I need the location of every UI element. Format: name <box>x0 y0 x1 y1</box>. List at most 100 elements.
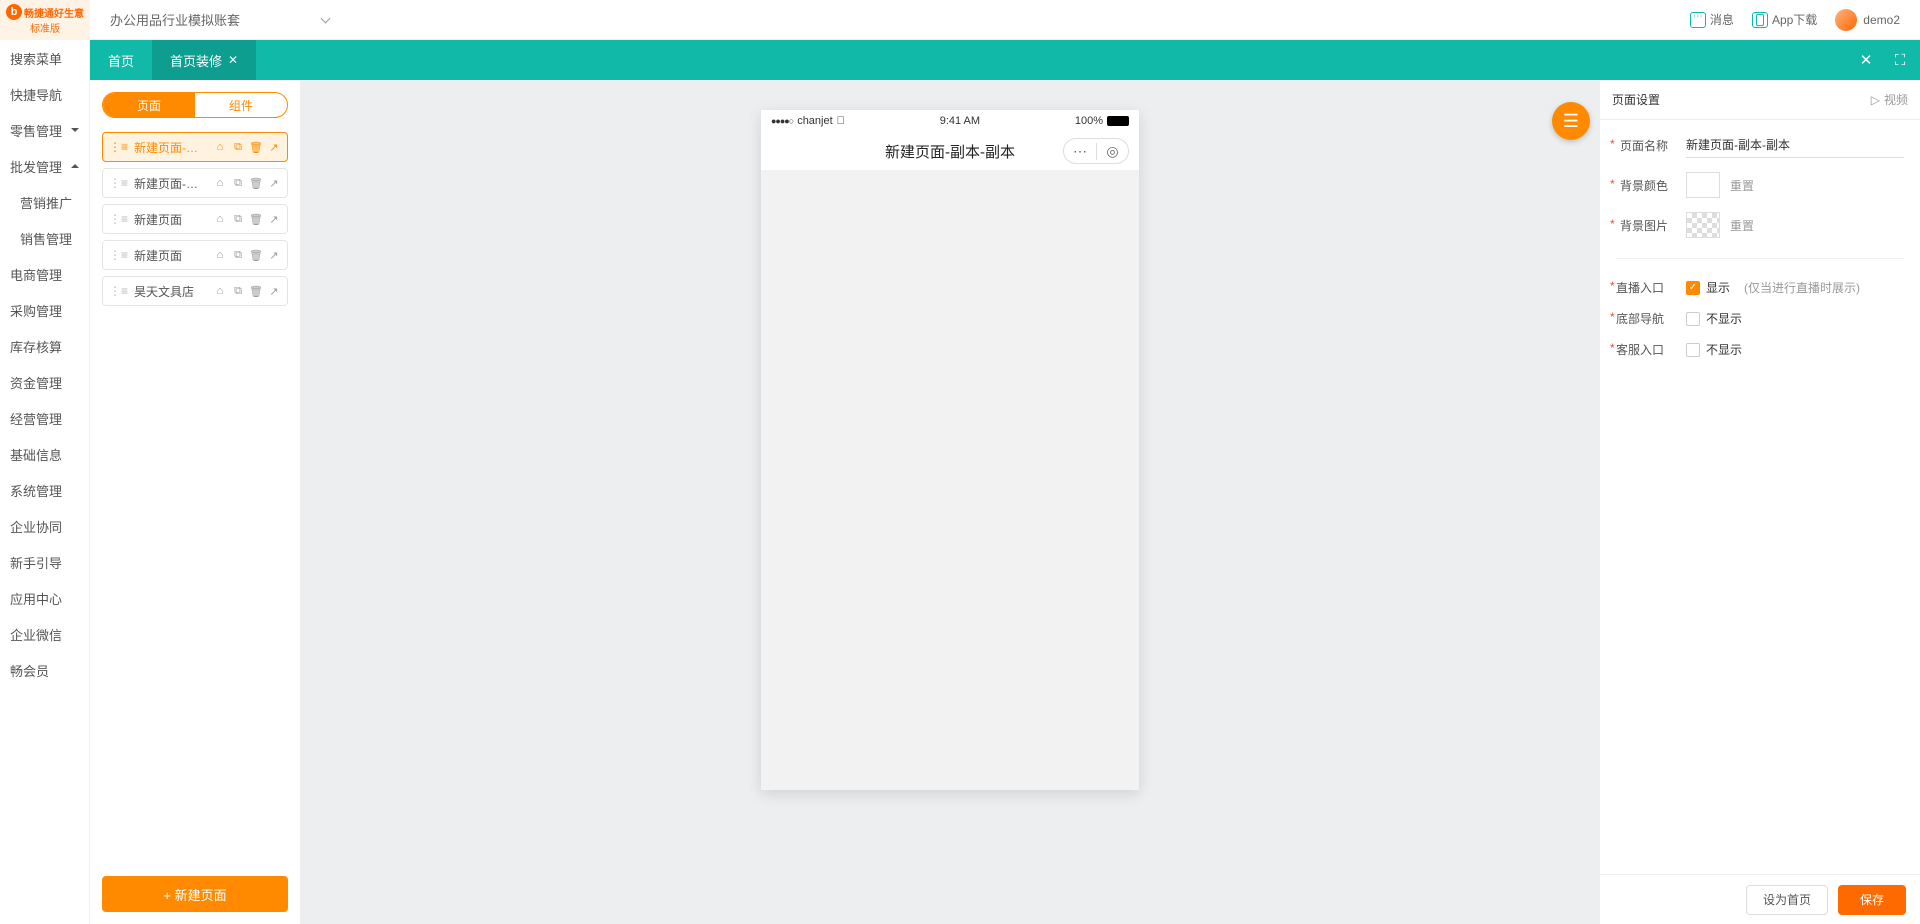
share-icon[interactable]: ↗ <box>267 248 281 262</box>
battery-level: 100% <box>1075 115 1103 127</box>
canvas-menu-button[interactable]: ☰ <box>1552 102 1590 140</box>
copy-icon[interactable]: ⧉ <box>231 140 245 154</box>
sidebar-item-11[interactable]: 基础信息 <box>0 436 89 472</box>
sidebar-item-label: 系统管理 <box>10 481 62 500</box>
sidebar-item-12[interactable]: 系统管理 <box>0 472 89 508</box>
miniprogram-menu-icon[interactable]: ⋯ <box>1064 143 1096 160</box>
phone-statusbar: ●●●●○ chanjet  9:41 AM 100% <box>761 110 1139 132</box>
account-select[interactable]: 办公用品行业模拟账套 <box>110 10 330 29</box>
tab-decoration[interactable]: 首页装修 ✕ <box>152 40 256 80</box>
caret-down-icon <box>71 128 79 132</box>
divider <box>1616 258 1904 259</box>
new-page-button[interactable]: + 新建页面 <box>102 876 288 912</box>
page-name-input[interactable] <box>1686 132 1904 158</box>
seg-component[interactable]: 组件 <box>195 93 287 117</box>
sidebar-item-14[interactable]: 新手引导 <box>0 544 89 580</box>
sidebar-item-label: 经营管理 <box>10 409 62 428</box>
sidebar-item-8[interactable]: 库存核算 <box>0 328 89 364</box>
page-item-3[interactable]: ⋮≡新建页面⌂⧉🗑↗ <box>102 240 288 270</box>
user-menu[interactable]: demo2 <box>1835 9 1900 31</box>
delete-icon[interactable]: 🗑 <box>249 212 263 226</box>
video-link[interactable]: ▷ 视频 <box>1871 91 1908 108</box>
sidebar-item-13[interactable]: 企业协同 <box>0 508 89 544</box>
sidebar-item-0[interactable]: 搜索菜单 <box>0 40 89 76</box>
share-icon[interactable]: ↗ <box>267 176 281 190</box>
copy-icon[interactable]: ⧉ <box>231 212 245 226</box>
tabbar: 首页 首页装修 ✕ ✕ ⛶ <box>90 40 1920 80</box>
sidebar-item-3[interactable]: 批发管理 <box>0 148 89 184</box>
tab-label: 首页装修 <box>170 51 222 70</box>
sidebar-item-15[interactable]: 应用中心 <box>0 580 89 616</box>
sidebar-item-6[interactable]: 电商管理 <box>0 256 89 292</box>
sidebar-item-label: 应用中心 <box>10 589 62 608</box>
sidebar: 搜索菜单快捷导航零售管理批发管理营销推广销售管理电商管理采购管理库存核算资金管理… <box>0 40 90 924</box>
home-icon[interactable]: ⌂ <box>213 176 227 190</box>
sidebar-item-9[interactable]: 资金管理 <box>0 364 89 400</box>
video-label: 视频 <box>1884 91 1908 108</box>
sidebar-item-label: 畅会员 <box>10 661 49 680</box>
phone-time: 9:41 AM <box>940 115 980 127</box>
bottom-nav-checkbox[interactable]: 不显示 <box>1686 310 1742 327</box>
miniprogram-close-icon[interactable]: ◎ <box>1096 143 1128 160</box>
copy-icon[interactable]: ⧉ <box>231 248 245 262</box>
copy-icon[interactable]: ⧉ <box>231 284 245 298</box>
messages-label: 消息 <box>1710 11 1734 28</box>
drag-icon: ⋮≡ <box>109 176 128 190</box>
home-icon[interactable]: ⌂ <box>213 140 227 154</box>
page-item-4[interactable]: ⋮≡昊天文具店⌂⧉🗑↗ <box>102 276 288 306</box>
set-home-button[interactable]: 设为首页 <box>1746 885 1828 915</box>
share-icon[interactable]: ↗ <box>267 140 281 154</box>
home-icon[interactable]: ⌂ <box>213 212 227 226</box>
sidebar-item-2[interactable]: 零售管理 <box>0 112 89 148</box>
delete-icon[interactable]: 🗑 <box>249 284 263 298</box>
share-icon[interactable]: ↗ <box>267 284 281 298</box>
messages-link[interactable]: 消息 <box>1690 11 1734 28</box>
page-panel: 页面 组件 ⋮≡新建页面-副本...⌂⧉🗑↗⋮≡新建页面-副本⌂⧉🗑↗⋮≡新建页… <box>90 80 300 924</box>
sidebar-item-16[interactable]: 企业微信 <box>0 616 89 652</box>
sidebar-item-label: 采购管理 <box>10 301 62 320</box>
sidebar-item-1[interactable]: 快捷导航 <box>0 76 89 112</box>
sidebar-item-17[interactable]: 畅会员 <box>0 652 89 688</box>
sidebar-item-10[interactable]: 经营管理 <box>0 400 89 436</box>
bgimg-swatch[interactable] <box>1686 212 1720 238</box>
home-icon[interactable]: ⌂ <box>213 284 227 298</box>
bgcolor-reset[interactable]: 重置 <box>1730 177 1754 194</box>
page-item-label: 新建页面 <box>134 247 207 264</box>
tab-home[interactable]: 首页 <box>90 40 152 80</box>
app-download-link[interactable]: App下载 <box>1752 11 1817 28</box>
live-checkbox[interactable]: ✓ 显示 <box>1686 279 1730 296</box>
sidebar-item-label: 批发管理 <box>10 157 62 176</box>
delete-icon[interactable]: 🗑 <box>249 140 263 154</box>
fullscreen-icon[interactable]: ⛶ <box>1888 48 1912 72</box>
tab-label: 首页 <box>108 51 134 70</box>
checkbox-icon: ✓ <box>1686 281 1700 295</box>
drag-icon: ⋮≡ <box>109 212 128 226</box>
seg-page[interactable]: 页面 <box>103 93 195 117</box>
app-download-label: App下载 <box>1772 11 1817 28</box>
share-icon[interactable]: ↗ <box>267 212 281 226</box>
bgimg-reset[interactable]: 重置 <box>1730 217 1754 234</box>
delete-icon[interactable]: 🗑 <box>249 176 263 190</box>
carrier: chanjet <box>797 115 832 127</box>
tabbar-close-icon[interactable]: ✕ <box>1854 48 1878 72</box>
brand-logo[interactable]: b 畅捷通好生意 标准版 <box>0 0 90 40</box>
sidebar-item-4[interactable]: 营销推广 <box>0 184 89 220</box>
close-icon[interactable]: ✕ <box>228 53 238 67</box>
sidebar-item-label: 基础信息 <box>10 445 62 464</box>
page-item-2[interactable]: ⋮≡新建页面⌂⧉🗑↗ <box>102 204 288 234</box>
sidebar-item-label: 库存核算 <box>10 337 62 356</box>
page-item-0[interactable]: ⋮≡新建页面-副本...⌂⧉🗑↗ <box>102 132 288 162</box>
battery-icon <box>1107 116 1129 126</box>
wifi-icon:  <box>837 115 845 127</box>
page-item-label: 新建页面-副本 <box>134 175 207 192</box>
copy-icon[interactable]: ⧉ <box>231 176 245 190</box>
home-icon[interactable]: ⌂ <box>213 248 227 262</box>
page-item-1[interactable]: ⋮≡ 新建页面-副本 ⌂ ⧉ 🗑 ↗ <box>102 168 288 198</box>
support-checkbox[interactable]: 不显示 <box>1686 341 1742 358</box>
username: demo2 <box>1863 13 1900 27</box>
sidebar-item-5[interactable]: 销售管理 <box>0 220 89 256</box>
sidebar-item-7[interactable]: 采购管理 <box>0 292 89 328</box>
bgcolor-swatch[interactable] <box>1686 172 1720 198</box>
save-button[interactable]: 保存 <box>1838 885 1906 915</box>
delete-icon[interactable]: 🗑 <box>249 248 263 262</box>
